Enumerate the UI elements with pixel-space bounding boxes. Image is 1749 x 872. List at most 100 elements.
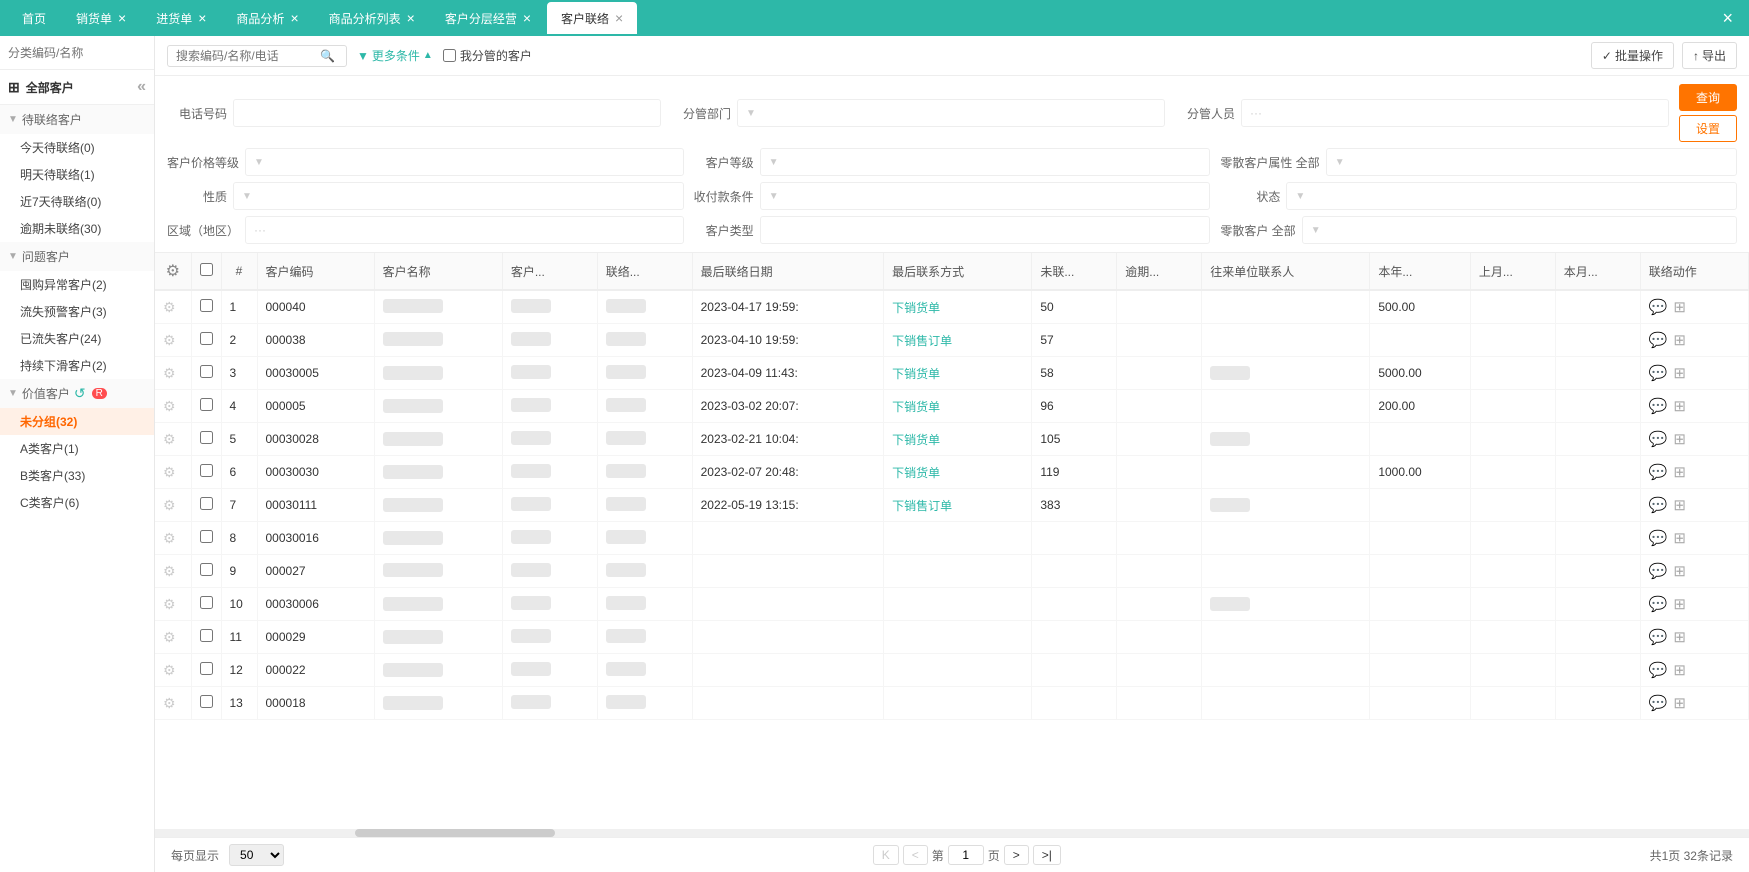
row-checkbox[interactable] — [200, 629, 213, 642]
row-last-way[interactable]: 下销货单 — [892, 433, 940, 447]
sidebar-item-class-a[interactable]: A类客户(1) — [0, 435, 154, 462]
horizontal-scrollbar[interactable] — [155, 829, 1749, 837]
sidebar-item-at-risk[interactable]: 流失预警客户(3) — [0, 298, 154, 325]
row-last-way[interactable]: 下销售订单 — [892, 334, 952, 348]
page-first-btn[interactable]: K — [873, 845, 899, 865]
sidebar-search-box[interactable]: 🔍 — [0, 36, 154, 70]
chat-icon[interactable]: 💬 — [1649, 364, 1668, 382]
sidebar-item-tomorrow[interactable]: 明天待联络(1) — [0, 161, 154, 188]
chat-icon[interactable]: 💬 — [1649, 661, 1668, 679]
region-input[interactable]: ··· — [245, 216, 684, 244]
tab-customer-tier-close[interactable]: × — [523, 11, 531, 25]
sidebar-item-7days[interactable]: 近7天待联络(0) — [0, 188, 154, 215]
page-prev-btn[interactable]: < — [903, 845, 928, 865]
cust-level-input[interactable]: ▼ — [760, 148, 1211, 176]
row-last-way[interactable]: 下销货单 — [892, 367, 940, 381]
chat-icon[interactable]: 💬 — [1649, 430, 1668, 448]
grid-action-icon[interactable]: ⊞ — [1673, 298, 1686, 316]
scatter-attr-input[interactable]: ▼ — [1326, 148, 1737, 176]
dept-input[interactable]: ▼ — [737, 99, 1165, 127]
row-checkbox[interactable] — [200, 662, 213, 675]
scatter-input[interactable]: ▼ — [1302, 216, 1737, 244]
sidebar-section-problem[interactable]: ▼ 问题客户 — [0, 242, 154, 271]
search-button[interactable]: 查询 — [1679, 84, 1737, 111]
row-checkbox[interactable] — [200, 332, 213, 345]
tab-sales-order-close[interactable]: × — [118, 11, 126, 25]
sidebar-item-abnormal[interactable]: 囤购异常客户(2) — [0, 271, 154, 298]
my-customers-checkbox-wrap[interactable]: 我分管的客户 — [443, 47, 532, 64]
row-last-way[interactable]: 下销售订单 — [892, 499, 952, 513]
phone-input[interactable] — [233, 99, 661, 127]
sidebar-section-value[interactable]: ▼ 价值客户 ↺ R — [0, 379, 154, 408]
tab-product-analysis-close[interactable]: × — [290, 11, 298, 25]
chat-icon[interactable]: 💬 — [1649, 397, 1668, 415]
chat-icon[interactable]: 💬 — [1649, 298, 1668, 316]
sidebar-item-class-c[interactable]: C类客户(6) — [0, 489, 154, 516]
scroll-thumb[interactable] — [355, 829, 555, 837]
sidebar-item-ungroup[interactable]: 未分组(32) — [0, 408, 154, 435]
grid-action-icon[interactable]: ⊞ — [1673, 661, 1686, 679]
row-checkbox[interactable] — [200, 530, 213, 543]
cust-type-input[interactable] — [760, 216, 1211, 244]
tab-product-analysis[interactable]: 商品分析 × — [222, 2, 312, 34]
row-checkbox[interactable] — [200, 398, 213, 411]
sidebar-collapse-btn[interactable]: « — [137, 78, 146, 96]
filter-more-conditions[interactable]: ▼ 更多条件 ▲ — [357, 47, 433, 64]
chat-icon[interactable]: 💬 — [1649, 694, 1668, 712]
row-checkbox[interactable] — [200, 365, 213, 378]
filter-search-icon[interactable]: 🔍 — [320, 49, 335, 63]
th-check[interactable] — [191, 253, 221, 290]
row-last-way[interactable]: 下销货单 — [892, 301, 940, 315]
tab-product-analysis-list-close[interactable]: × — [407, 11, 415, 25]
payment-input[interactable]: ▼ — [760, 182, 1211, 210]
tab-customer-tier[interactable]: 客户分层经营 × — [431, 2, 545, 34]
chat-icon[interactable]: 💬 — [1649, 529, 1668, 547]
tab-customer-contact[interactable]: 客户联络 × — [547, 2, 637, 34]
filter-search-box[interactable]: 🔍 — [167, 45, 347, 67]
tab-bar-close-all[interactable]: × — [1714, 8, 1741, 29]
row-checkbox[interactable] — [200, 695, 213, 708]
grid-action-icon[interactable]: ⊞ — [1673, 562, 1686, 580]
sidebar-section-pending[interactable]: ▼ 待联络客户 — [0, 105, 154, 134]
grid-action-icon[interactable]: ⊞ — [1673, 496, 1686, 514]
grid-action-icon[interactable]: ⊞ — [1673, 430, 1686, 448]
grid-action-icon[interactable]: ⊞ — [1673, 628, 1686, 646]
reset-button[interactable]: 设置 — [1679, 115, 1737, 142]
tab-sales-order[interactable]: 销货单 × — [62, 2, 140, 34]
row-last-way[interactable]: 下销货单 — [892, 466, 940, 480]
filter-search-input[interactable] — [176, 49, 316, 63]
page-last-btn[interactable]: >| — [1033, 845, 1061, 865]
price-level-input[interactable]: ▼ — [245, 148, 684, 176]
export-button[interactable]: ↑ 导出 — [1682, 42, 1737, 69]
grid-action-icon[interactable]: ⊞ — [1673, 397, 1686, 415]
tab-home[interactable]: 首页 — [8, 2, 60, 34]
chat-icon[interactable]: 💬 — [1649, 331, 1668, 349]
page-next-btn[interactable]: > — [1004, 845, 1029, 865]
grid-action-icon[interactable]: ⊞ — [1673, 694, 1686, 712]
chat-icon[interactable]: 💬 — [1649, 595, 1668, 613]
status-input[interactable]: ▼ — [1286, 182, 1737, 210]
sidebar-item-lost[interactable]: 已流失客户(24) — [0, 325, 154, 352]
nature-input[interactable]: ▼ — [233, 182, 684, 210]
row-checkbox[interactable] — [200, 464, 213, 477]
chat-icon[interactable]: 💬 — [1649, 463, 1668, 481]
tab-purchase-order-close[interactable]: × — [198, 11, 206, 25]
grid-action-icon[interactable]: ⊞ — [1673, 331, 1686, 349]
th-gear[interactable]: ⚙ — [155, 253, 191, 290]
tab-purchase-order[interactable]: 进货单 × — [142, 2, 220, 34]
row-last-way[interactable]: 下销货单 — [892, 400, 940, 414]
sidebar-item-class-b[interactable]: B类客户(33) — [0, 462, 154, 489]
sidebar-item-declining[interactable]: 持续下滑客户(2) — [0, 352, 154, 379]
tab-customer-contact-close[interactable]: × — [615, 11, 623, 25]
grid-action-icon[interactable]: ⊞ — [1673, 364, 1686, 382]
row-checkbox[interactable] — [200, 299, 213, 312]
chat-icon[interactable]: 💬 — [1649, 628, 1668, 646]
sidebar-item-today[interactable]: 今天待联络(0) — [0, 134, 154, 161]
sidebar-search-input[interactable] — [8, 46, 155, 60]
sidebar-item-overdue[interactable]: 逾期未联络(30) — [0, 215, 154, 242]
page-size-select[interactable]: 50 20 100 — [229, 844, 284, 866]
row-checkbox[interactable] — [200, 563, 213, 576]
row-checkbox[interactable] — [200, 431, 213, 444]
grid-action-icon[interactable]: ⊞ — [1673, 463, 1686, 481]
row-checkbox[interactable] — [200, 596, 213, 609]
